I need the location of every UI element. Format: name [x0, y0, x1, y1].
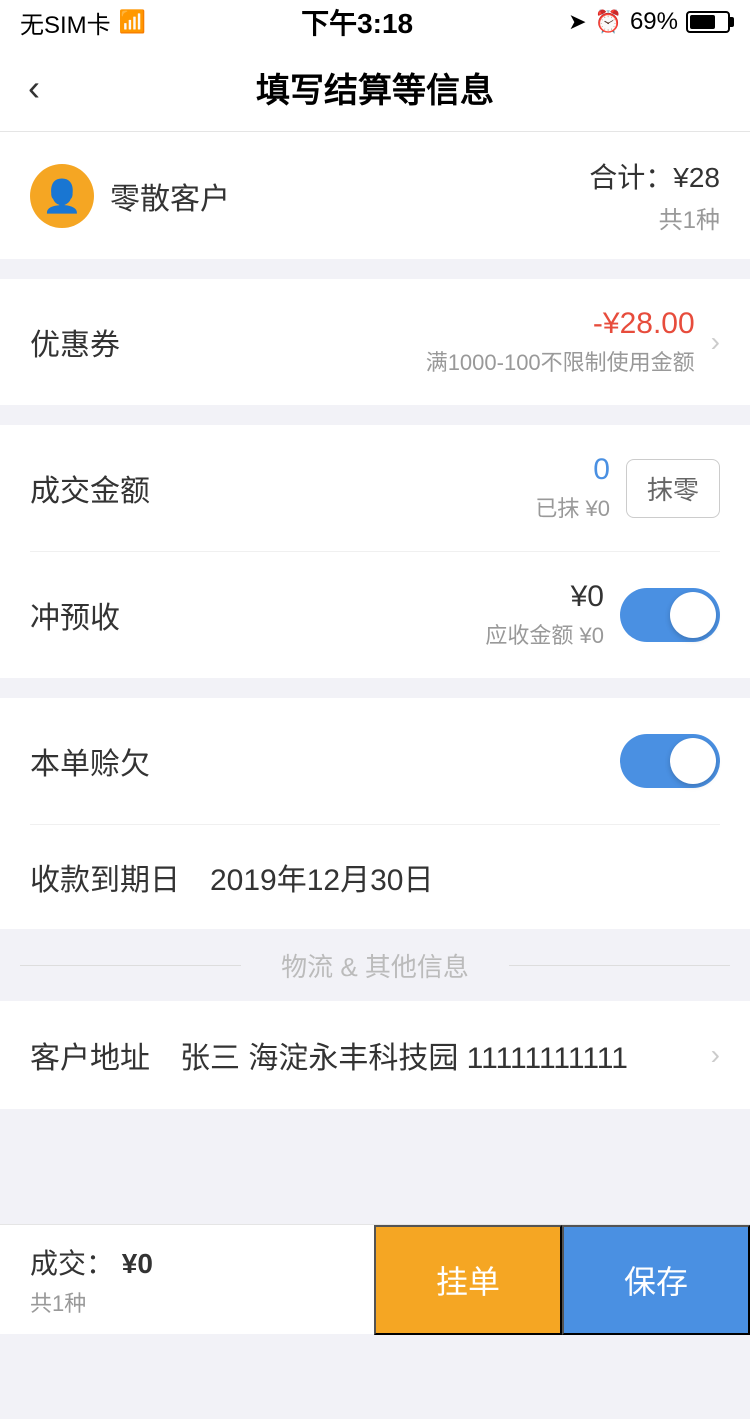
coupon-label: 优惠券 [30, 320, 120, 364]
coupon-desc: 满1000-100不限制使用金额 [426, 345, 695, 377]
location-icon: ➤ [568, 9, 586, 35]
status-right: ➤ ⏰ 69% [568, 8, 730, 36]
logistics-divider: 物流 & 其他信息 [0, 929, 750, 1001]
save-button[interactable]: 保存 [562, 1225, 750, 1335]
status-bar: 无SIM卡 📶 下午3:18 ➤ ⏰ 69% [0, 0, 750, 44]
customer-row: 👤 零散客户 合计：¥28 共1种 [30, 132, 720, 259]
transaction-sub: 已抹 ¥0 [535, 491, 610, 523]
battery-label: 69% [630, 8, 678, 36]
divider-3 [0, 678, 750, 698]
toggle-knob [670, 592, 716, 638]
credit-label: 本单赊欠 [30, 739, 150, 783]
bottom-summary: 成交： ¥0 共1种 [0, 1242, 374, 1318]
prepay-toggle[interactable] [620, 588, 720, 642]
avatar: 👤 [30, 164, 94, 228]
customer-info: 👤 零散客户 [30, 164, 230, 228]
coupon-section[interactable]: 优惠券 -¥28.00 满1000-100不限制使用金额 › [0, 279, 750, 405]
coupon-amount: -¥28.00 [426, 307, 695, 341]
customer-name: 零散客户 [110, 174, 230, 218]
divider-1 [0, 259, 750, 279]
back-button[interactable]: ‹ [28, 67, 40, 109]
total-count: 共1种 [589, 200, 720, 235]
transaction-row: 成交金额 0 已抹 ¥0 抹零 [30, 425, 720, 551]
avatar-icon: 👤 [42, 177, 82, 215]
divider-2 [0, 405, 750, 425]
due-date-label: 收款到期日 [30, 855, 180, 899]
prepay-label: 冲预收 [30, 593, 120, 637]
due-date-row: 收款到期日 2019年12月30日 [30, 824, 720, 929]
address-chevron-icon: › [711, 1039, 720, 1071]
prepay-row: 冲预收 ¥0 应收金额 ¥0 [30, 551, 720, 678]
prepay-value-block: ¥0 应收金额 ¥0 [485, 580, 604, 650]
summary-amount: ¥0 [122, 1248, 153, 1279]
coupon-value: -¥28.00 满1000-100不限制使用金额 [426, 307, 695, 377]
battery-indicator [686, 11, 730, 33]
transaction-value-block: 0 已抹 ¥0 [535, 453, 610, 523]
alarm-icon: ⏰ [595, 9, 622, 35]
total-amount: 合计：¥28 [589, 156, 720, 196]
prepay-sub: 应收金额 ¥0 [485, 618, 604, 650]
credit-section: 本单赊欠 收款到期日 2019年12月30日 [0, 698, 750, 929]
pending-button[interactable]: 挂单 [374, 1225, 562, 1335]
divider-line-right [509, 965, 730, 966]
due-date-value: 2019年12月30日 [210, 855, 433, 899]
credit-toggle-knob [670, 738, 716, 784]
chevron-right-icon: › [711, 326, 720, 358]
round-off-button[interactable]: 抹零 [626, 459, 720, 518]
bottom-bar: 成交： ¥0 共1种 挂单 保存 [0, 1224, 750, 1334]
prepay-right: ¥0 应收金额 ¥0 [485, 580, 720, 650]
address-label: 客户地址 [30, 1033, 150, 1077]
summary-count: 共1种 [30, 1286, 344, 1318]
page-title: 填写结算等信息 [256, 63, 494, 112]
time-label: 下午3:18 [301, 2, 413, 42]
nav-bar: ‹ 填写结算等信息 [0, 44, 750, 132]
prepay-amount: ¥0 [485, 580, 604, 614]
credit-row: 本单赊欠 [30, 698, 720, 824]
transaction-section: 成交金额 0 已抹 ¥0 抹零 冲预收 ¥0 应收金额 ¥0 [0, 425, 750, 678]
signal-label: 无SIM卡 [20, 5, 111, 40]
coupon-right: -¥28.00 满1000-100不限制使用金额 › [426, 307, 720, 377]
address-value: 张三 海淀永丰科技园 11111111111 [180, 1033, 711, 1077]
customer-section: 👤 零散客户 合计：¥28 共1种 [0, 132, 750, 259]
status-left: 无SIM卡 📶 [20, 5, 146, 40]
transaction-amount: 0 [535, 453, 610, 487]
customer-total: 合计：¥28 共1种 [589, 156, 720, 235]
address-section[interactable]: 客户地址 张三 海淀永丰科技园 11111111111 › [0, 1001, 750, 1109]
transaction-right: 0 已抹 ¥0 抹零 [535, 453, 720, 523]
transaction-label: 成交金额 [30, 466, 150, 510]
coupon-row[interactable]: 优惠券 -¥28.00 满1000-100不限制使用金额 › [30, 279, 720, 405]
logistics-label: 物流 & 其他信息 [281, 947, 469, 984]
divider-line-left [20, 965, 241, 966]
credit-toggle[interactable] [620, 734, 720, 788]
summary-label: 成交： [30, 1248, 114, 1279]
wifi-icon: 📶 [119, 9, 146, 35]
summary-top: 成交： ¥0 [30, 1242, 344, 1282]
